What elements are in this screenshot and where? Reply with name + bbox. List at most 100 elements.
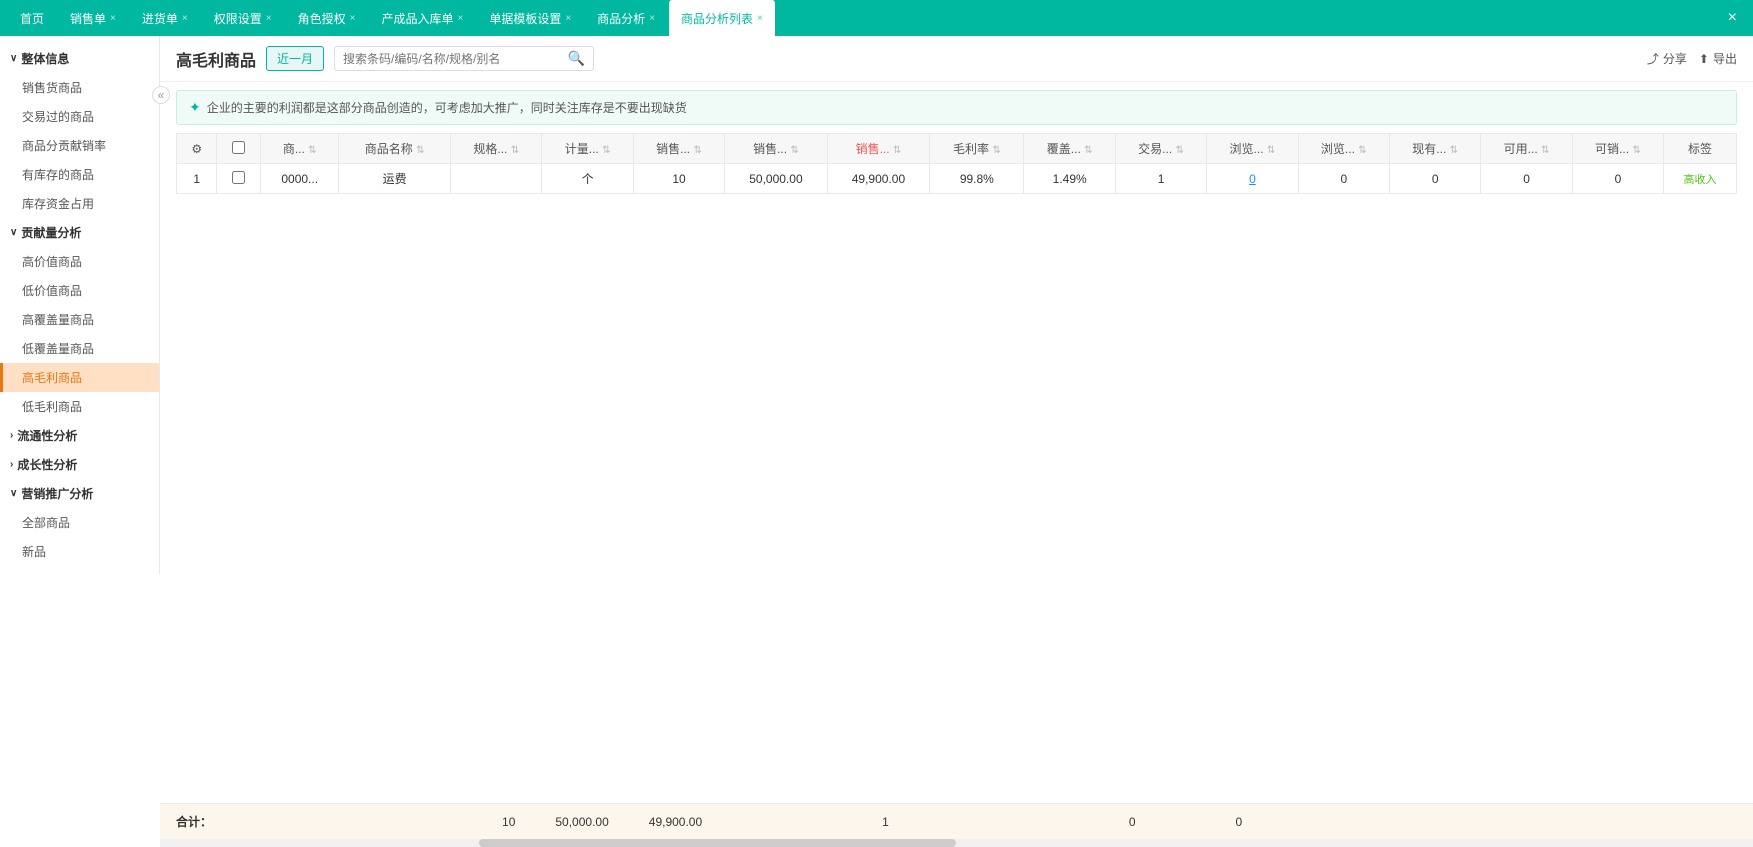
sort-icon: ⇅	[693, 145, 701, 156]
close-icon[interactable]: ×	[649, 13, 655, 24]
sidebar-section-overall[interactable]: ∨ 整体信息	[0, 44, 159, 73]
nav-inventory[interactable]: 产成品入库单 ×	[369, 0, 475, 36]
col-tag[interactable]: 标签	[1664, 134, 1737, 164]
cell-current: 0	[1389, 164, 1480, 194]
col-browse2[interactable]: 浏览... ⇅	[1298, 134, 1389, 164]
tag-badge: 高收入	[1684, 174, 1717, 186]
header-actions: ⤴ 分享 ⬆ 导出	[1647, 50, 1737, 67]
cell-sales-profit: 49,900.00	[827, 164, 930, 194]
col-name[interactable]: 商品名称 ⇅	[339, 134, 451, 164]
cell-sellable: 0	[1572, 164, 1663, 194]
share-icon: ⤴	[1647, 50, 1659, 67]
col-gross-margin[interactable]: 毛利率 ⇅	[930, 134, 1024, 164]
sidebar-item-high-value[interactable]: 高价值商品	[0, 247, 159, 276]
sidebar-section-growth[interactable]: › 成长性分析	[0, 450, 159, 479]
sidebar-section-liquidity[interactable]: › 流通性分析	[0, 421, 159, 450]
sidebar-item-low-value[interactable]: 低价值商品	[0, 276, 159, 305]
sidebar-item-sales-goods[interactable]: 销售货商品	[0, 73, 159, 102]
sidebar-item-low-coverage[interactable]: 低覆盖量商品	[0, 334, 159, 363]
search-icon[interactable]: 🔍	[568, 50, 585, 67]
nav-sales[interactable]: 销售单 ×	[58, 0, 128, 36]
sidebar-item-new-products[interactable]: 新品	[0, 537, 159, 566]
col-available[interactable]: 可用... ⇅	[1481, 134, 1572, 164]
sort-icon: ⇅	[1450, 145, 1458, 156]
close-icon[interactable]: ×	[110, 13, 116, 24]
main-layout: ∨ 整体信息 销售货商品 交易过的商品 商品分贡献销率 有库存的商品 库存资金占…	[0, 36, 1753, 847]
sort-icon: ⇅	[602, 145, 610, 156]
close-icon[interactable]: ×	[565, 13, 571, 24]
share-button[interactable]: ⤴ 分享	[1647, 50, 1687, 67]
col-settings[interactable]: ⚙	[177, 134, 217, 164]
sort-icon: ⇅	[893, 145, 901, 156]
export-button[interactable]: ⬆ 导出	[1699, 50, 1737, 67]
row-checkbox[interactable]	[232, 171, 245, 184]
sidebar-item-high-margin[interactable]: 高毛利商品	[0, 363, 159, 392]
search-wrapper: 🔍	[334, 46, 594, 71]
content-area: 高毛利商品 近一月 🔍 ⤴ 分享 ⬆ 导出 ✦ 企业的主要的利润都是这部分商品创…	[160, 36, 1753, 847]
sidebar-item-all-goods[interactable]: 全部商品	[0, 508, 159, 537]
col-unit[interactable]: 计量... ⇅	[542, 134, 633, 164]
footer-sales-profit: 49,900.00	[649, 815, 702, 829]
scrollbar-thumb[interactable]	[479, 839, 957, 847]
nav-roles[interactable]: 角色授权 ×	[286, 0, 368, 36]
close-icon[interactable]: ×	[266, 13, 272, 24]
col-sellable[interactable]: 可销... ⇅	[1572, 134, 1663, 164]
cell-browse1[interactable]: 0	[1207, 164, 1298, 194]
nav-product-analysis-list[interactable]: 商品分析列表 ×	[669, 0, 775, 36]
content-header: 高毛利商品 近一月 🔍 ⤴ 分享 ⬆ 导出	[160, 36, 1753, 82]
chevron-down-icon: ∨	[10, 488, 17, 499]
sidebar-item-traded-goods[interactable]: 交易过的商品	[0, 102, 159, 131]
close-icon[interactable]: ×	[457, 13, 463, 24]
time-filter-recent-month[interactable]: 近一月	[266, 46, 324, 71]
cell-index: 1	[177, 164, 217, 194]
nav-home[interactable]: 首页	[8, 0, 56, 36]
sidebar-item-low-margin[interactable]: 低毛利商品	[0, 392, 159, 421]
horizontal-scrollbar[interactable]	[160, 839, 1753, 847]
col-code[interactable]: 商... ⇅	[261, 134, 339, 164]
col-spec[interactable]: 规格... ⇅	[451, 134, 542, 164]
col-sales-profit[interactable]: 销售... ⇅	[827, 134, 930, 164]
search-input[interactable]	[343, 52, 564, 66]
sort-icon: ⇅	[1267, 145, 1275, 156]
cell-checkbox[interactable]	[217, 164, 261, 194]
col-sales-qty[interactable]: 销售... ⇅	[633, 134, 724, 164]
chevron-right-icon: ›	[10, 459, 13, 470]
col-coverage[interactable]: 覆盖... ⇅	[1024, 134, 1115, 164]
col-sales-amount[interactable]: 销售... ⇅	[725, 134, 828, 164]
close-icon[interactable]: ×	[350, 13, 356, 24]
cell-coverage: 1.49%	[1024, 164, 1115, 194]
sort-icon: ⇅	[1358, 145, 1366, 156]
sidebar-item-inventory-capital[interactable]: 库存资金占用	[0, 189, 159, 218]
footer-trade: 1	[882, 815, 889, 829]
select-all-checkbox[interactable]	[232, 141, 245, 154]
sidebar-collapse-button[interactable]: «	[152, 86, 170, 104]
nav-purchase[interactable]: 进货单 ×	[130, 0, 200, 36]
col-trade[interactable]: 交易... ⇅	[1115, 134, 1206, 164]
cell-tag: 高收入	[1664, 164, 1737, 194]
cell-trade: 1	[1115, 164, 1206, 194]
sort-icon: ⇅	[416, 145, 424, 156]
cell-unit: 个	[542, 164, 633, 194]
footer-available: 0	[1236, 815, 1243, 829]
sidebar-item-in-stock[interactable]: 有库存的商品	[0, 160, 159, 189]
sidebar-item-high-coverage[interactable]: 高覆盖量商品	[0, 305, 159, 334]
sort-icon: ⇅	[1541, 145, 1549, 156]
nav-close-all[interactable]: ×	[1720, 5, 1745, 31]
close-icon[interactable]: ×	[182, 13, 188, 24]
nav-template[interactable]: 单据模板设置 ×	[477, 0, 583, 36]
col-current[interactable]: 现有... ⇅	[1389, 134, 1480, 164]
col-browse1[interactable]: 浏览... ⇅	[1207, 134, 1298, 164]
browse1-link[interactable]: 0	[1249, 172, 1256, 186]
sidebar-section-marketing[interactable]: ∨ 营销推广分析	[0, 479, 159, 508]
footer-current: 0	[1129, 815, 1136, 829]
export-icon: ⬆	[1699, 52, 1709, 66]
col-checkbox[interactable]	[217, 134, 261, 164]
nav-product-analysis[interactable]: 商品分析 ×	[585, 0, 667, 36]
sidebar-item-contribution[interactable]: 商品分贡献销率	[0, 131, 159, 160]
nav-permissions[interactable]: 权限设置 ×	[202, 0, 284, 36]
data-table: ⚙ 商... ⇅ 商品名称 ⇅ 规格... ⇅ 计量... ⇅ 销售... ⇅ …	[176, 133, 1737, 194]
cell-sales-amount: 50,000.00	[725, 164, 828, 194]
table-row: 1 0000... 运费 个 10 50,000.00 49,900.00 99…	[177, 164, 1737, 194]
close-icon[interactable]: ×	[757, 13, 763, 24]
sidebar-section-contribution[interactable]: ∨ 贡献量分析	[0, 218, 159, 247]
